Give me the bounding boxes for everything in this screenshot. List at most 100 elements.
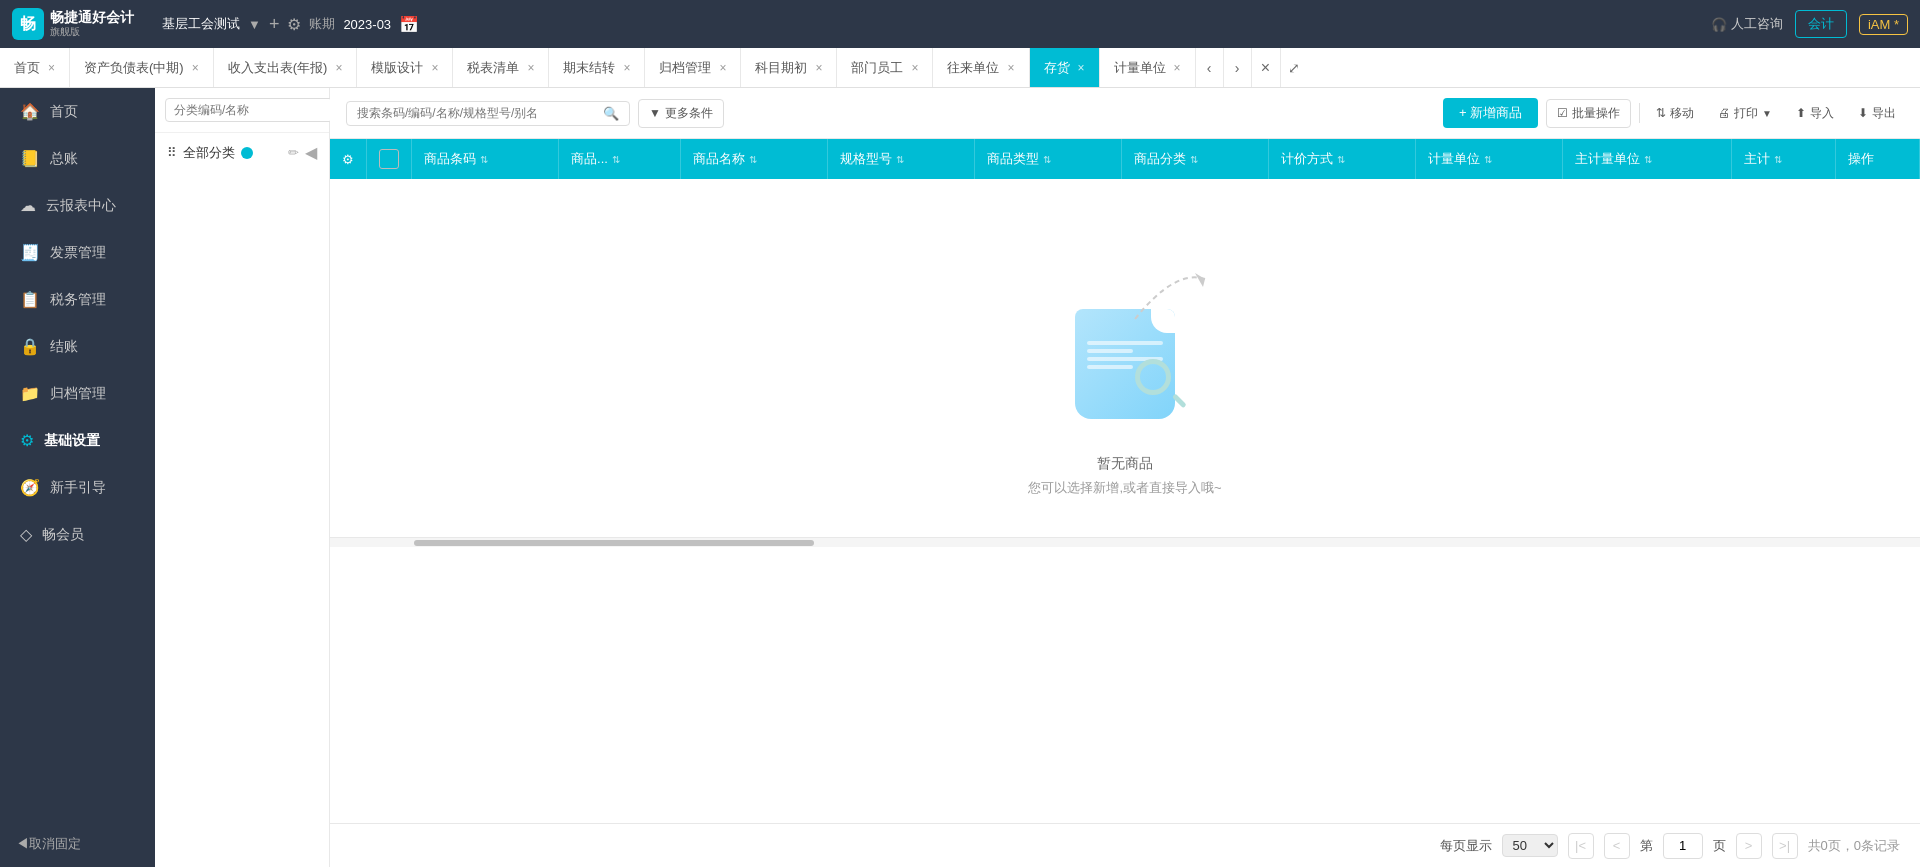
sort-price-icon[interactable]: ⇅ <box>1337 154 1345 165</box>
page-number-input[interactable] <box>1663 833 1703 859</box>
th-spec[interactable]: 规格型号 ⇅ <box>828 139 975 179</box>
tab-subject-close[interactable]: × <box>815 61 822 75</box>
scroll-thumb[interactable] <box>414 540 814 546</box>
table-header-row: ⚙ 商品条码 ⇅ <box>330 139 1920 179</box>
sidebar-item-guide[interactable]: 🧭 新手引导 <box>0 464 155 511</box>
sidebar-item-checkout[interactable]: 🔒 结账 <box>0 323 155 370</box>
sort-unit-icon[interactable]: ⇅ <box>1484 154 1492 165</box>
tab-unit[interactable]: 计量单位 × <box>1100 48 1196 88</box>
more-filter-btn[interactable]: ▼ 更多条件 <box>638 99 724 128</box>
th-main-unit[interactable]: 主计量单位 ⇅ <box>1563 139 1732 179</box>
tab-contacts-close[interactable]: × <box>1007 61 1014 75</box>
import-btn[interactable]: ⬆ 导入 <box>1788 100 1842 127</box>
tab-period-close-x[interactable]: × <box>623 61 630 75</box>
th-main-count[interactable]: 主计 ⇅ <box>1731 139 1835 179</box>
tab-income[interactable]: 收入支出表(年报) × <box>214 48 358 88</box>
per-page-select[interactable]: 50 100 200 <box>1502 834 1558 857</box>
human-consult-btn[interactable]: 🎧 人工咨询 <box>1711 15 1783 33</box>
print-btn[interactable]: 🖨 打印 ▼ <box>1710 100 1780 127</box>
th-checkbox[interactable] <box>367 139 412 179</box>
main-layout: 🏠 首页 📒 总账 ☁ 云报表中心 🧾 发票管理 📋 税务管理 🔒 结账 📁 归… <box>0 88 1920 867</box>
tab-dept-close[interactable]: × <box>911 61 918 75</box>
th-type[interactable]: 商品类型 ⇅ <box>975 139 1122 179</box>
th-name[interactable]: 商品名称 ⇅ <box>681 139 828 179</box>
tab-expand-btn[interactable]: ⤢ <box>1280 48 1308 88</box>
th-price-method-label: 计价方式 <box>1281 150 1333 168</box>
tab-contacts[interactable]: 往来单位 × <box>933 48 1029 88</box>
tab-income-close[interactable]: × <box>335 61 342 75</box>
th-code[interactable]: 商品... ⇅ <box>559 139 681 179</box>
table-horizontal-scrollbar[interactable] <box>330 537 1920 547</box>
sort-category-icon[interactable]: ⇅ <box>1190 154 1198 165</box>
sidebar-item-home[interactable]: 🏠 首页 <box>0 88 155 135</box>
sidebar-item-settings[interactable]: ⚙ 基础设置 <box>0 417 155 464</box>
category-collapse-icon[interactable]: ◀ <box>305 143 317 162</box>
tab-template[interactable]: 模版设计 × <box>357 48 453 88</box>
th-price-method[interactable]: 计价方式 ⇅ <box>1269 139 1416 179</box>
tab-inventory[interactable]: 存货 × <box>1030 48 1100 88</box>
period-value[interactable]: 2023-03 <box>343 17 391 32</box>
settings-icon[interactable]: ⚙ <box>287 15 301 34</box>
sidebar-item-member[interactable]: ◇ 畅会员 <box>0 511 155 558</box>
sort-name-icon[interactable]: ⇅ <box>749 154 757 165</box>
tab-next-btn[interactable]: › <box>1224 48 1252 88</box>
th-barcode[interactable]: 商品条码 ⇅ <box>412 139 559 179</box>
th-unit[interactable]: 计量单位 ⇅ <box>1416 139 1563 179</box>
tab-balance-close[interactable]: × <box>192 61 199 75</box>
sidebar-item-invoice[interactable]: 🧾 发票管理 <box>0 229 155 276</box>
tab-period-close[interactable]: 期末结转 × <box>549 48 645 88</box>
tab-prev-btn[interactable]: ‹ <box>1196 48 1224 88</box>
th-category[interactable]: 商品分类 ⇅ <box>1122 139 1269 179</box>
tab-template-close[interactable]: × <box>431 61 438 75</box>
tab-tax-close[interactable]: × <box>527 61 534 75</box>
select-all-checkbox[interactable] <box>379 149 399 169</box>
tab-period-close-label: 期末结转 <box>563 59 615 77</box>
sort-barcode-icon[interactable]: ⇅ <box>480 154 488 165</box>
sort-main-unit-icon[interactable]: ⇅ <box>1644 154 1652 165</box>
tab-home[interactable]: 首页 × <box>0 48 70 88</box>
tab-close-all-btn[interactable]: × <box>1252 48 1280 88</box>
tab-inventory-label: 存货 <box>1044 59 1070 77</box>
sidebar-item-tax[interactable]: 📋 税务管理 <box>0 276 155 323</box>
sort-spec-icon[interactable]: ⇅ <box>896 154 904 165</box>
tab-tax[interactable]: 税表清单 × <box>453 48 549 88</box>
last-page-btn[interactable]: >| <box>1772 833 1798 859</box>
tab-balance-sheet[interactable]: 资产负债表(中期) × <box>70 48 214 88</box>
add-workspace-btn[interactable]: + <box>269 14 280 35</box>
category-all-label[interactable]: 全部分类 <box>183 144 235 162</box>
sidebar-collapse-btn[interactable]: ◀取消固定 <box>0 821 155 867</box>
account-button[interactable]: 会计 <box>1795 10 1847 38</box>
th-setting[interactable]: ⚙ <box>330 139 367 179</box>
prev-page-btn[interactable]: < <box>1604 833 1630 859</box>
tab-archive-close[interactable]: × <box>719 61 726 75</box>
th-category-label: 商品分类 <box>1134 150 1186 168</box>
tab-dept[interactable]: 部门员工 × <box>837 48 933 88</box>
sidebar-item-ledger[interactable]: 📒 总账 <box>0 135 155 182</box>
workspace-dropdown-icon[interactable]: ▼ <box>248 17 261 32</box>
category-edit-icon[interactable]: ✏ <box>288 145 299 160</box>
tab-inventory-close[interactable]: × <box>1078 61 1085 75</box>
add-product-btn[interactable]: + 新增商品 <box>1443 98 1538 128</box>
sidebar-item-archive[interactable]: 📁 归档管理 <box>0 370 155 417</box>
export-btn[interactable]: ⬇ 导出 <box>1850 100 1904 127</box>
move-btn[interactable]: ⇅ 移动 <box>1648 100 1702 127</box>
next-page-btn[interactable]: > <box>1736 833 1762 859</box>
tab-subject[interactable]: 科目期初 × <box>741 48 837 88</box>
first-page-btn[interactable]: |< <box>1568 833 1594 859</box>
calendar-icon[interactable]: 📅 <box>399 15 419 34</box>
workspace-name[interactable]: 基层工会测试 <box>162 15 240 33</box>
tab-home-close[interactable]: × <box>48 61 55 75</box>
sidebar-item-cloud-report[interactable]: ☁ 云报表中心 <box>0 182 155 229</box>
app-edition: 旗舰版 <box>50 25 134 39</box>
tab-unit-close[interactable]: × <box>1174 61 1181 75</box>
iam-badge[interactable]: iAM * <box>1859 14 1908 35</box>
batch-operation-btn[interactable]: ☑ 批量操作 <box>1546 99 1631 128</box>
tab-archive[interactable]: 归档管理 × <box>645 48 741 88</box>
sort-type-icon[interactable]: ⇅ <box>1043 154 1051 165</box>
category-search-input[interactable] <box>165 98 333 122</box>
product-search-input[interactable] <box>357 106 597 120</box>
tab-template-label: 模版设计 <box>371 59 423 77</box>
sort-main-count-icon[interactable]: ⇅ <box>1774 154 1782 165</box>
sort-code-icon[interactable]: ⇅ <box>612 154 620 165</box>
product-search-icon[interactable]: 🔍 <box>603 106 619 121</box>
